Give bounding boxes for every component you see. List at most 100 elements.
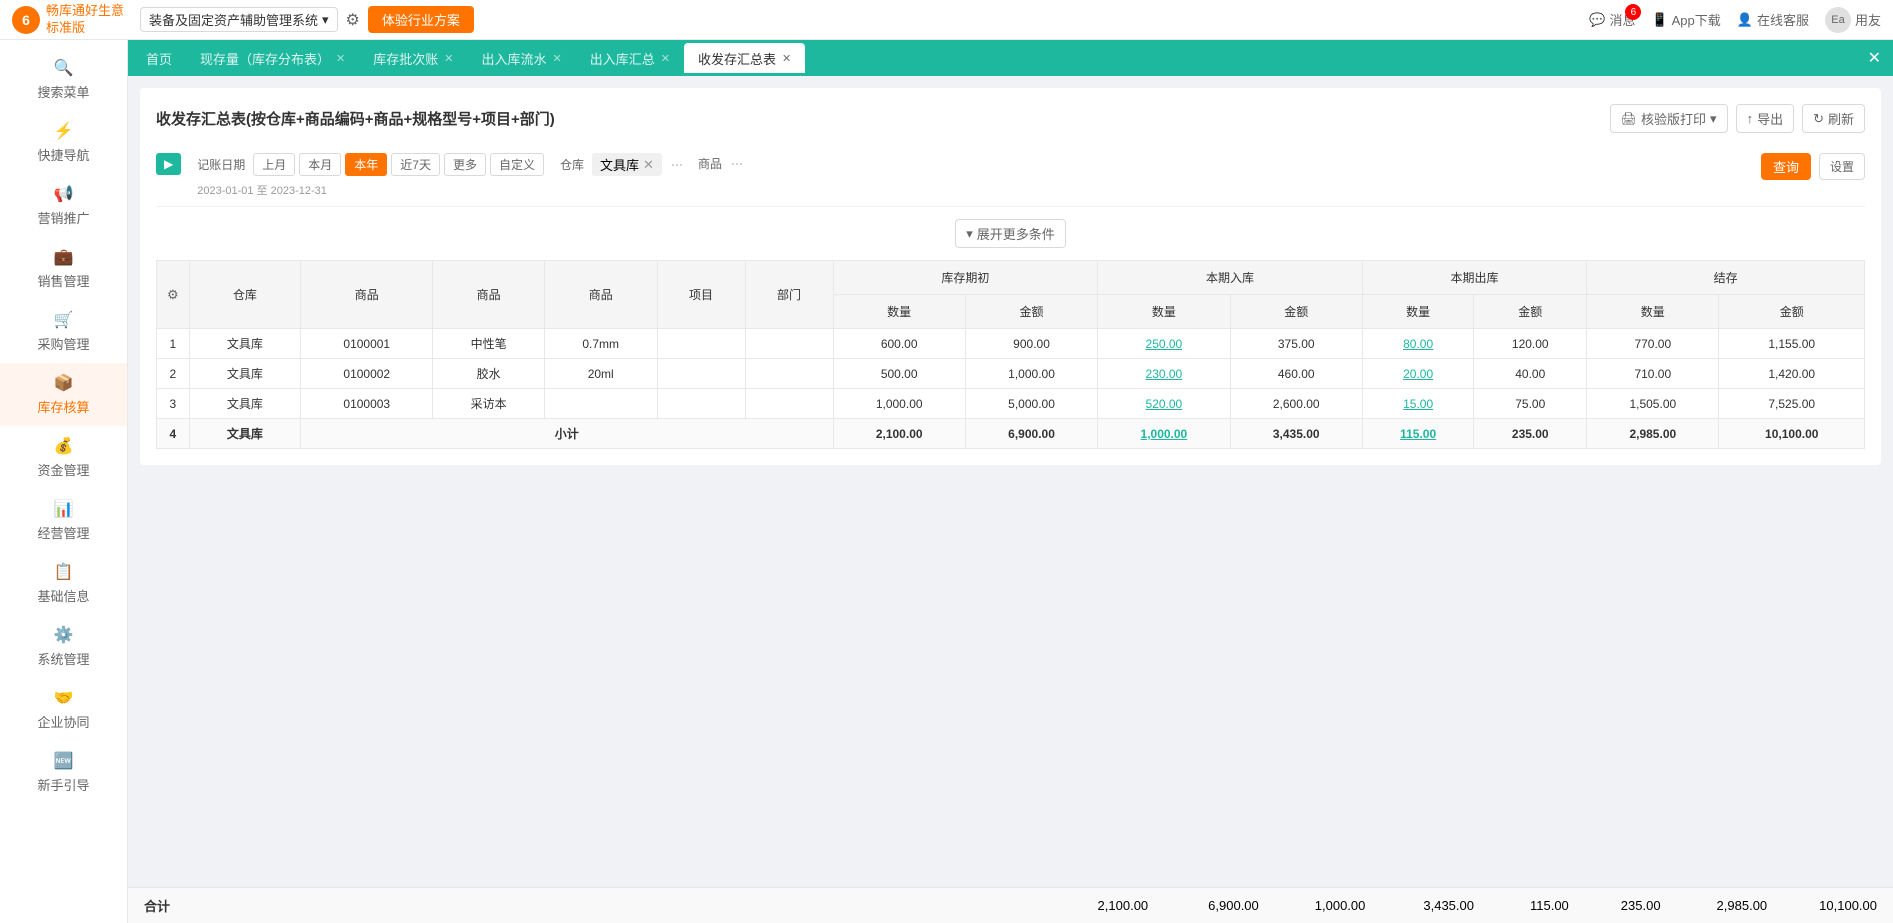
sidebar-item-inventory[interactable]: 📦 库存核算 xyxy=(0,363,127,426)
row-in-qty[interactable]: 230.00 xyxy=(1098,359,1230,389)
tab-batch-account[interactable]: 库存批次账 ✕ xyxy=(359,43,467,73)
row-in-qty[interactable]: 520.00 xyxy=(1098,389,1230,419)
user-item[interactable]: Ea 用友 xyxy=(1825,7,1881,33)
row-out-qty[interactable]: 80.00 xyxy=(1362,329,1473,359)
last-month-btn[interactable]: 上月 xyxy=(253,153,295,176)
row-dept xyxy=(745,359,833,389)
sidebar-item-label: 新手引导 xyxy=(37,775,89,794)
table-gear-icon[interactable]: ⚙ xyxy=(167,287,179,302)
sidebar-item-marketing[interactable]: 📢 营销推广 xyxy=(0,174,127,237)
subtotal-in-amt: 3,435.00 xyxy=(1230,419,1362,449)
subtotal-in-qty[interactable]: 1,000.00 xyxy=(1098,419,1230,449)
row-spec: 20ml xyxy=(544,359,657,389)
sidebar-item-label: 经营管理 xyxy=(37,523,89,542)
sidebar-item-system[interactable]: ⚙️ 系统管理 xyxy=(0,615,127,678)
page-content: 收发存汇总表(按仓库+商品编码+商品+规格型号+项目+部门) 🖨 核验版打印 ▾… xyxy=(128,76,1893,887)
warehouse-filter-more[interactable]: ··· xyxy=(670,154,682,175)
filter-goods-section: 商品 ··· xyxy=(698,153,742,174)
tab-close-icon[interactable]: ✕ xyxy=(661,52,670,65)
enterprise-icon: 🤝 xyxy=(54,688,74,708)
this-month-btn[interactable]: 本月 xyxy=(299,153,341,176)
row-spec xyxy=(544,389,657,419)
row-open-amt: 1,000.00 xyxy=(965,359,1097,389)
col-bal-qty: 数量 xyxy=(1587,295,1719,329)
sidebar-item-label: 企业协同 xyxy=(37,712,89,731)
row-no: 1 xyxy=(157,329,190,359)
tab-stock-distribution[interactable]: 现存量（库存分布表） ✕ xyxy=(186,43,359,73)
tab-bar-close-button[interactable]: ✕ xyxy=(1860,48,1889,68)
row-bal-qty: 770.00 xyxy=(1587,329,1719,359)
total-label: 合计 xyxy=(144,896,170,915)
tab-close-icon[interactable]: ✕ xyxy=(336,52,345,65)
tab-close-icon[interactable]: ✕ xyxy=(444,52,453,65)
custom-date-btn[interactable]: 自定义 xyxy=(490,153,544,176)
sidebar-item-quick-nav[interactable]: ⚡ 快捷导航 xyxy=(0,111,127,174)
service-icon: 👤 xyxy=(1737,12,1753,28)
message-item[interactable]: 💬 消息 6 xyxy=(1589,10,1635,29)
refresh-icon: ↻ xyxy=(1813,111,1824,127)
col-out-qty: 数量 xyxy=(1362,295,1473,329)
online-service-item[interactable]: 👤 在线客服 xyxy=(1737,10,1809,29)
goods-filter-more[interactable]: ··· xyxy=(730,153,742,174)
sidebar-item-basic-info[interactable]: 📋 基础信息 xyxy=(0,552,127,615)
row-open-qty: 500.00 xyxy=(833,359,965,389)
logo-area: 6 畅库通好生意 标准版 xyxy=(12,3,132,37)
sidebar-item-purchase[interactable]: 🛒 采购管理 xyxy=(0,300,127,363)
page-title: 收发存汇总表(按仓库+商品编码+商品+规格型号+项目+部门) xyxy=(156,108,555,129)
row-in-qty[interactable]: 250.00 xyxy=(1098,329,1230,359)
sidebar-item-label: 快捷导航 xyxy=(37,145,89,164)
col-out-amt: 金额 xyxy=(1474,295,1587,329)
trial-button[interactable]: 体验行业方案 xyxy=(368,6,474,33)
set-button[interactable]: 设置 xyxy=(1819,153,1865,180)
sidebar-item-enterprise[interactable]: 🤝 企业协同 xyxy=(0,678,127,741)
sidebar-item-operation[interactable]: 📊 经营管理 xyxy=(0,489,127,552)
last-7-days-btn[interactable]: 近7天 xyxy=(391,153,440,176)
expand-arrow-button[interactable]: ▶ xyxy=(156,153,181,175)
sidebar-item-label: 搜索菜单 xyxy=(37,82,89,101)
query-button[interactable]: 查询 xyxy=(1761,153,1811,180)
tab-close-icon[interactable]: ✕ xyxy=(553,52,562,65)
more-date-btn[interactable]: 更多 xyxy=(444,153,486,176)
col-group-in: 本期入库 xyxy=(1098,261,1363,295)
this-year-btn[interactable]: 本年 xyxy=(345,153,387,176)
total-out-amt: 235.00 xyxy=(1621,898,1661,913)
subtotal-out-qty[interactable]: 115.00 xyxy=(1362,419,1473,449)
top-bar: 6 畅库通好生意 标准版 装备及固定资产辅助管理系统 ▾ ⚙ 体验行业方案 💬 … xyxy=(0,0,1893,40)
sidebar-item-search[interactable]: 🔍 搜索菜单 xyxy=(0,48,127,111)
row-out-qty[interactable]: 20.00 xyxy=(1362,359,1473,389)
row-code: 0100002 xyxy=(301,359,433,389)
export-button[interactable]: ↑ 导出 xyxy=(1736,104,1795,133)
expand-more-button[interactable]: ▾ 展开更多条件 xyxy=(955,219,1066,248)
col-bal-amt: 金额 xyxy=(1719,295,1865,329)
sidebar-item-guide[interactable]: 🆕 新手引导 xyxy=(0,741,127,804)
row-name: 中性笔 xyxy=(433,329,544,359)
sidebar-item-sales[interactable]: 💼 销售管理 xyxy=(0,237,127,300)
row-code: 0100001 xyxy=(301,329,433,359)
basic-info-icon: 📋 xyxy=(54,562,74,582)
date-buttons: 上月 本月 本年 近7天 更多 自定义 xyxy=(253,153,544,176)
tab-home[interactable]: 首页 xyxy=(132,43,186,73)
warehouse-tag-close[interactable]: ✕ xyxy=(643,157,654,173)
total-bal-amt: 10,100.00 xyxy=(1819,898,1877,913)
top-bar-left: 6 畅库通好生意 标准版 装备及固定资产辅助管理系统 ▾ ⚙ 体验行业方案 xyxy=(12,3,474,37)
tab-receive-summary[interactable]: 收发存汇总表 ✕ xyxy=(684,43,805,73)
row-bal-qty: 710.00 xyxy=(1587,359,1719,389)
warehouse-tag: 文具库 ✕ xyxy=(592,153,662,176)
col-spec: 商品 xyxy=(544,261,657,329)
refresh-button[interactable]: ↻ 刷新 xyxy=(1802,104,1865,133)
row-dept xyxy=(745,329,833,359)
system-select[interactable]: 装备及固定资产辅助管理系统 ▾ xyxy=(140,7,338,32)
row-out-qty[interactable]: 15.00 xyxy=(1362,389,1473,419)
tab-inout-summary[interactable]: 出入库汇总 ✕ xyxy=(576,43,684,73)
total-open-amt: 6,900.00 xyxy=(1208,898,1259,913)
row-name: 采访本 xyxy=(433,389,544,419)
table-row: 3 文具库 0100003 采访本 1,000.00 5,000.00 520.… xyxy=(157,389,1865,419)
sidebar-item-finance[interactable]: 💰 资金管理 xyxy=(0,426,127,489)
tab-close-icon[interactable]: ✕ xyxy=(782,52,791,65)
app-download-item[interactable]: 📱 App下载 xyxy=(1651,10,1720,29)
print-button[interactable]: 🖨 核验版打印 ▾ xyxy=(1610,104,1728,133)
tab-inout-flow[interactable]: 出入库流水 ✕ xyxy=(467,43,575,73)
total-in-qty: 1,000.00 xyxy=(1315,898,1366,913)
sidebar-item-label: 资金管理 xyxy=(37,460,89,479)
settings-icon[interactable]: ⚙ xyxy=(346,10,360,30)
